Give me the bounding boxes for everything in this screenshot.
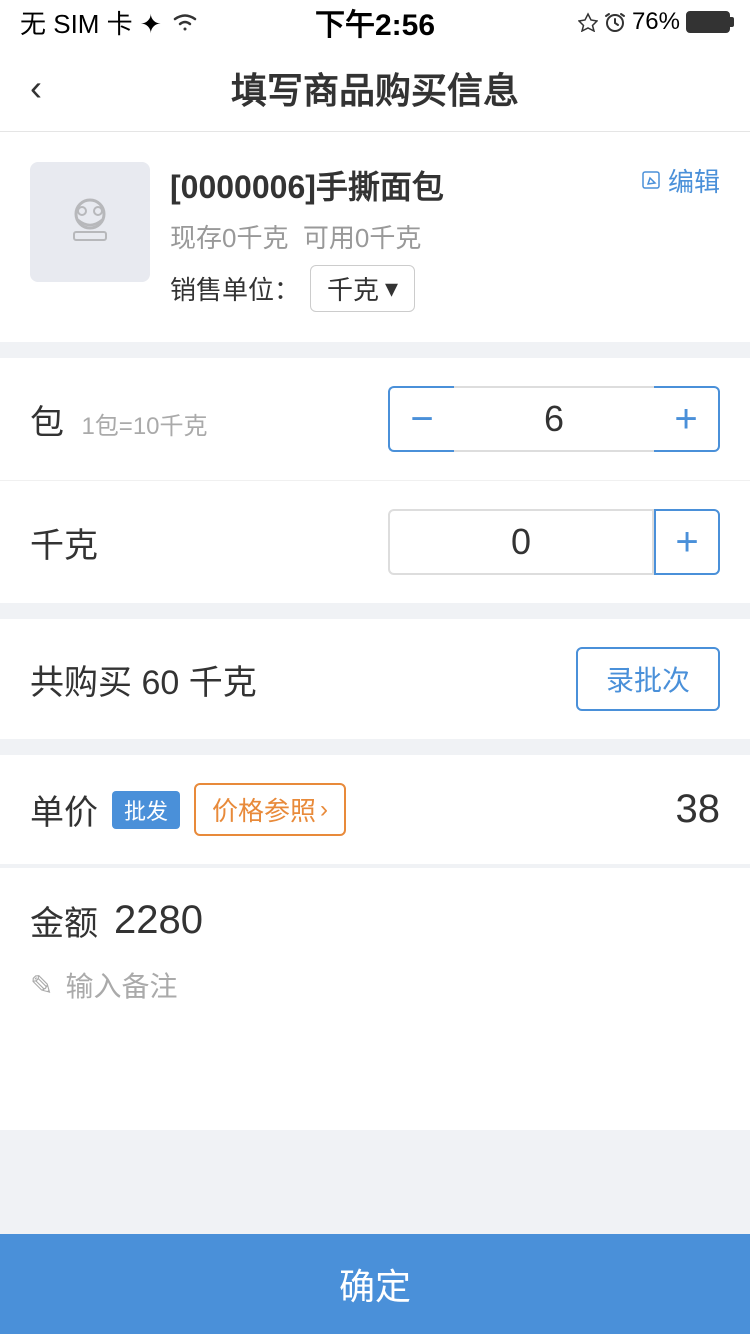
unit-label: 销售单位： — [170, 270, 300, 307]
product-thumb-icon — [60, 192, 120, 252]
price-ref-label: 价格参照 — [212, 791, 316, 828]
edit-icon — [640, 169, 664, 193]
summary-section: 共购买 60 千克 录批次 — [0, 619, 750, 739]
batch-button[interactable]: 录批次 — [576, 647, 720, 711]
summary-text: 共购买 60 千克 — [30, 655, 257, 704]
status-time: 下午2:56 — [315, 0, 435, 44]
kg-quantity-controls: + — [388, 509, 720, 575]
amount-label: 金额 — [30, 896, 98, 945]
status-bar: 无 SIM 卡 ✦ 下午2:56 76% — [0, 0, 750, 44]
price-label: 单价 — [30, 785, 98, 834]
product-name: [0000006]手撕面包 — [170, 162, 444, 208]
remark-placeholder: 输入备注 — [65, 965, 177, 1005]
nav-title: 填写商品购买信息 — [231, 62, 519, 114]
confirm-button[interactable]: 确定 — [0, 1234, 750, 1334]
price-label-row: 单价 批发 价格参照 › — [30, 783, 346, 836]
pack-decrement-button[interactable]: − — [388, 386, 454, 452]
amount-row: 金额 2280 — [30, 896, 720, 945]
pack-quantity-row: 包 1包=10千克 − + — [0, 358, 750, 481]
product-unit-row: 销售单位： 千克 ▾ — [170, 265, 720, 312]
pack-increment-button[interactable]: + — [654, 386, 720, 452]
amount-section: 金额 2280 ✎ 输入备注 — [0, 868, 750, 1130]
pack-quantity-controls: − + — [388, 386, 720, 452]
pack-quantity-input[interactable] — [454, 386, 654, 452]
amount-value: 2280 — [114, 898, 203, 943]
wifi-icon — [170, 11, 200, 33]
unit-chevron-icon: ▾ — [385, 273, 398, 304]
battery-percent: 76% — [632, 8, 680, 36]
product-thumbnail — [30, 162, 150, 282]
price-value: 38 — [676, 787, 721, 832]
edit-button[interactable]: 编辑 — [640, 162, 720, 199]
location-icon — [578, 12, 598, 32]
status-left: 无 SIM 卡 ✦ — [20, 4, 200, 41]
price-ref-button[interactable]: 价格参照 › — [194, 783, 346, 836]
product-card: [0000006]手撕面包 编辑 现存0千克 可用0千克 销售单位： 千克 ▾ — [0, 132, 750, 342]
product-stock: 现存0千克 可用0千克 — [170, 218, 720, 255]
back-button[interactable]: ‹ — [20, 57, 52, 119]
product-info: [0000006]手撕面包 编辑 现存0千克 可用0千克 销售单位： 千克 ▾ — [170, 162, 720, 312]
remark-row[interactable]: ✎ 输入备注 — [30, 965, 720, 1005]
pack-hint: 1包=10千克 — [81, 413, 207, 440]
unit-selector[interactable]: 千克 ▾ — [310, 265, 415, 312]
nav-bar: ‹ 填写商品购买信息 — [0, 44, 750, 132]
price-section: 单价 批发 价格参照 › 38 — [0, 755, 750, 864]
price-tag: 批发 — [112, 791, 180, 829]
sim-status: 无 SIM 卡 ✦ — [20, 4, 162, 41]
unit-value: 千克 — [327, 270, 379, 307]
kg-quantity-input[interactable] — [388, 509, 654, 575]
status-right: 76% — [578, 8, 730, 36]
spacer — [0, 1130, 750, 1235]
kg-quantity-row: 千克 + — [0, 481, 750, 603]
price-row: 单价 批发 价格参照 › 38 — [30, 783, 720, 836]
pack-label: 包 1包=10千克 — [30, 395, 388, 444]
edit-remark-icon: ✎ — [30, 969, 53, 1002]
kg-increment-button[interactable]: + — [654, 509, 720, 575]
quantity-section: 包 1包=10千克 − + 千克 + — [0, 358, 750, 603]
alarm-icon — [604, 11, 626, 33]
battery-icon — [686, 11, 730, 33]
kg-label: 千克 — [30, 518, 388, 567]
edit-label: 编辑 — [668, 162, 720, 199]
price-ref-chevron-icon: › — [320, 796, 328, 824]
